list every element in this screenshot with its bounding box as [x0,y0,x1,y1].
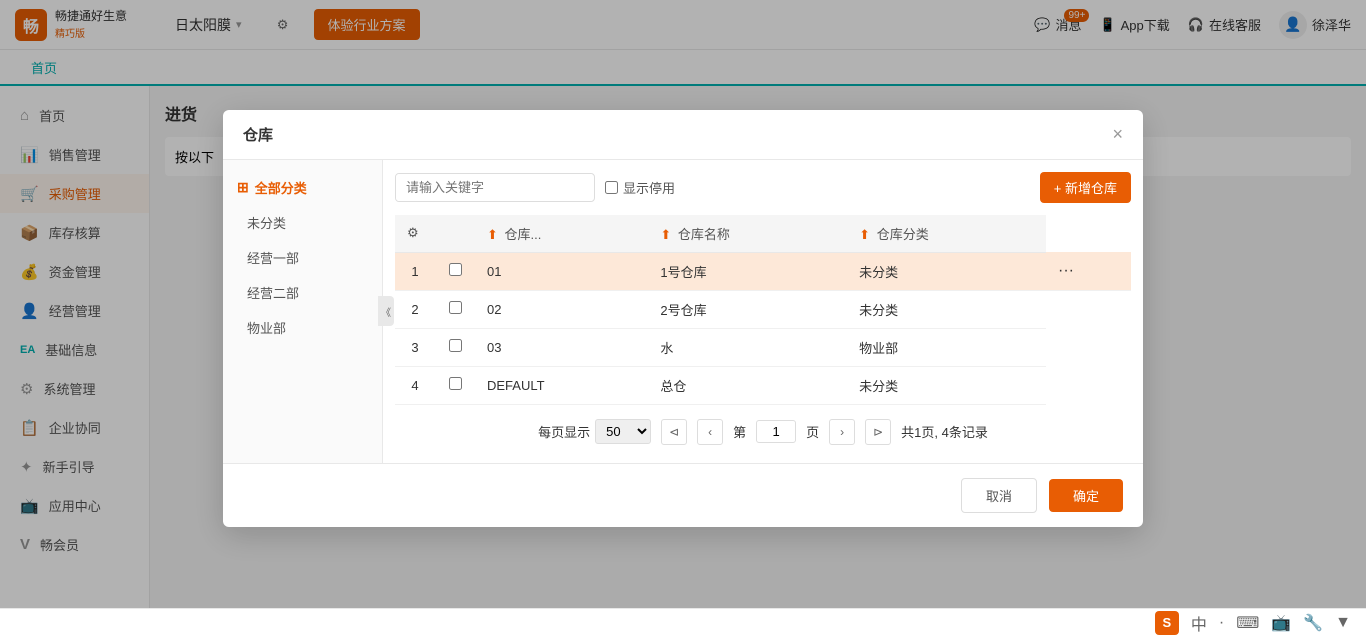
modal-title: 仓库 [243,124,273,145]
row-category-3: 物业部 [847,328,1046,366]
confirm-button[interactable]: 确定 [1049,479,1123,512]
table-panel: 🔍 显示停用 + 新增仓库 ⚙ [383,160,1143,463]
table-row[interactable]: 4 DEFAULT 总仓 未分类 [395,366,1131,404]
row-check-1[interactable] [435,252,475,290]
modal-header: 仓库 × [223,110,1143,160]
grid-icon: ⊞ [237,179,249,196]
monitor-icon[interactable]: 📺 [1271,613,1291,633]
table-row[interactable]: 3 03 水 物业部 [395,328,1131,366]
category-item-dept2[interactable]: 经营二部 [223,275,382,310]
page-size-selector: 每页显示 50 20 100 [538,419,651,444]
table-toolbar: 🔍 显示停用 + 新增仓库 [395,172,1131,203]
modal-overlay: 仓库 × ⊞ 全部分类 未分类 经营一部 经营二部 [0,0,1366,636]
page-label-pre: 第 [733,422,746,441]
show-disabled-label: 显示停用 [605,178,675,197]
sort-icon-name: ⬆ [660,227,671,242]
page-label: 页 [806,422,819,441]
row-category-4: 未分类 [847,366,1046,404]
warehouse-table: ⚙ ⬆ 仓库... ⬆ 仓库名称 [395,215,1131,405]
last-page-button[interactable]: ⊳ [865,419,891,445]
s-logo: S [1155,611,1179,635]
pagination-bar: 每页显示 50 20 100 ⊲ ‹ 第 页 [395,405,1131,451]
dot-icon: · [1219,614,1224,632]
collapse-icon: 《 [381,304,391,319]
category-all-label: 全部分类 [255,178,307,197]
row-name-1: 1号仓库 [648,252,847,290]
modal-footer: 取消 确定 [223,463,1143,527]
col-header-category: ⬆ 仓库分类 [847,215,1046,253]
modal-body: ⊞ 全部分类 未分类 经营一部 经营二部 物业部 《 [223,160,1143,463]
row-code-3: 03 [475,328,648,366]
status-bar: S 中 · ⌨ 📺 🔧 ▼ [0,608,1366,636]
next-page-button[interactable]: › [829,419,855,445]
cancel-button[interactable]: 取消 [961,478,1037,513]
row-num-3: 3 [395,328,435,366]
per-page-select[interactable]: 50 20 100 [595,419,651,444]
prev-page-button[interactable]: ‹ [697,419,723,445]
chinese-input-icon[interactable]: 中 [1191,611,1207,635]
first-page-button[interactable]: ⊲ [661,419,687,445]
category-all-button[interactable]: ⊞ 全部分类 [223,170,382,205]
row-category-2: 未分类 [847,290,1046,328]
page-number-input[interactable] [756,420,796,443]
category-item-dept1[interactable]: 经营一部 [223,240,382,275]
arrow-down-icon[interactable]: ▼ [1335,614,1351,632]
prev-page-icon: ‹ [708,425,712,439]
per-page-label: 每页显示 [538,422,590,441]
table-row[interactable]: 1 01 1号仓库 未分类 ··· [395,252,1131,290]
row-check-2[interactable] [435,290,475,328]
category-item-unclassified[interactable]: 未分类 [223,205,382,240]
keyboard-icon[interactable]: ⌨ [1236,613,1259,633]
collapse-panel-button[interactable]: 《 [378,296,394,326]
table-row[interactable]: 2 02 2号仓库 未分类 [395,290,1131,328]
row-actions[interactable]: ··· [1046,252,1131,290]
total-label: 共1页, 4条记录 [901,422,988,441]
row-name-4: 总仓 [648,366,847,404]
row-num-2: 2 [395,290,435,328]
col-header-check [435,215,475,253]
wrench-icon[interactable]: 🔧 [1303,613,1323,633]
add-warehouse-button[interactable]: + 新增仓库 [1040,172,1131,203]
sort-icon-category: ⬆ [859,227,870,242]
show-disabled-checkbox[interactable] [605,181,618,194]
row-code-2: 02 [475,290,648,328]
sort-icon-code: ⬆ [487,227,498,242]
next-page-icon: › [840,425,844,439]
category-item-property[interactable]: 物业部 [223,310,382,345]
row-num-4: 4 [395,366,435,404]
row-name-3: 水 [648,328,847,366]
search-icon[interactable]: 🔍 [592,179,595,195]
col-header-code: ⬆ 仓库... [475,215,648,253]
row-check-3[interactable] [435,328,475,366]
warehouse-modal: 仓库 × ⊞ 全部分类 未分类 经营一部 经营二部 [223,110,1143,527]
row-num-1: 1 [395,252,435,290]
col-header-name: ⬆ 仓库名称 [648,215,847,253]
first-page-icon: ⊲ [669,425,679,439]
row-code-4: DEFAULT [475,366,648,404]
row-name-2: 2号仓库 [648,290,847,328]
row-check-4[interactable] [435,366,475,404]
col-header-settings: ⚙ [395,215,435,253]
row-category-1: 未分类 [847,252,1046,290]
search-input[interactable] [396,174,592,201]
row-code-1: 01 [475,252,648,290]
search-box: 🔍 [395,173,595,202]
modal-close-button[interactable]: × [1112,124,1123,145]
category-panel: ⊞ 全部分类 未分类 经营一部 经营二部 物业部 《 [223,160,383,463]
last-page-icon: ⊳ [873,425,883,439]
